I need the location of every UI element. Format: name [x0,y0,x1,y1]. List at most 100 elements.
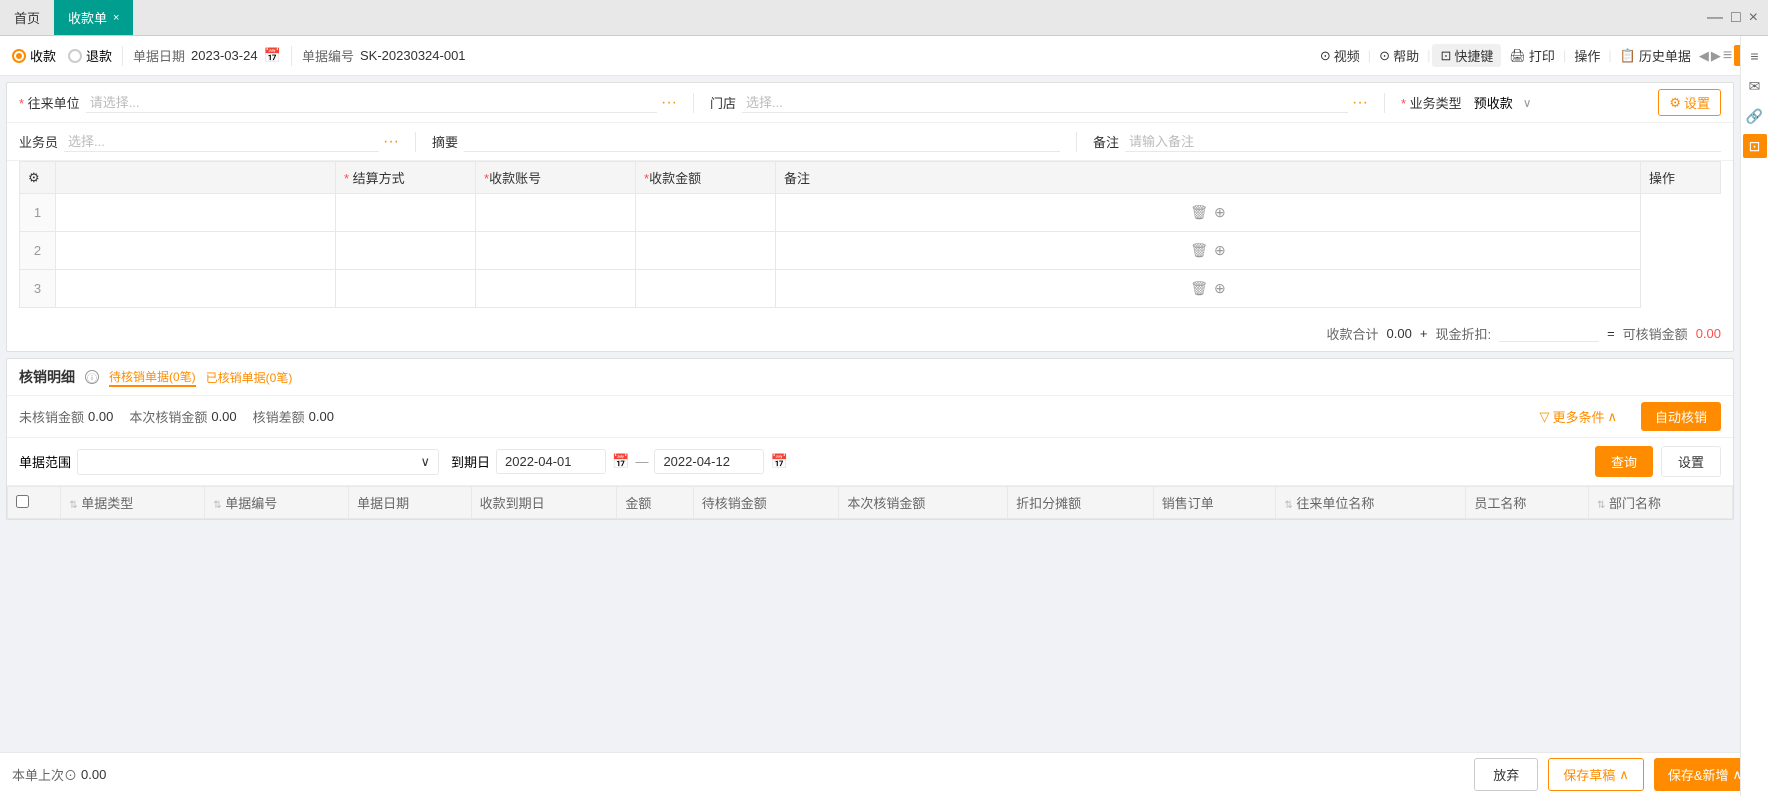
date-to-input[interactable] [654,449,764,474]
row-3-settlement[interactable] [56,270,336,308]
abandon-btn[interactable]: 放弃 [1474,758,1538,791]
wt-col-discount: 折扣分摊额 [1008,487,1154,519]
filter-buttons: 查询 设置 [1595,446,1721,477]
receipt-table-area: ⚙ 结算方式 *收款账号 *收款金额 备注 [7,161,1733,316]
save-draft-btn[interactable]: 保存草稿 ∧ [1548,758,1644,791]
row-1-settlement[interactable] [56,194,336,232]
row-3-note[interactable] [636,270,776,308]
row-3-delete-icon[interactable]: 🗑 [1190,280,1208,297]
store-input[interactable] [742,93,1348,113]
staff-input[interactable] [64,132,379,152]
store-more-btn[interactable]: ··· [1352,95,1368,111]
row-num-3: 3 [20,270,56,308]
date-value[interactable]: 2023-03-24 [191,48,258,63]
row-2-action: 🗑 ⊕ [776,232,1641,270]
window-close-btn[interactable]: × [1749,9,1758,27]
row-1-copy-icon[interactable]: ⊕ [1214,204,1226,221]
save-new-label: 保存&新增 [1668,765,1729,784]
tab-home[interactable]: 首页 [0,0,54,35]
auto-writeoff-btn[interactable]: 自动核销 [1641,402,1721,431]
staff-more-btn[interactable]: ··· [383,134,399,150]
row-3-account[interactable] [336,270,476,308]
window-minimize-btn[interactable]: — [1707,9,1723,27]
row-num-1: 1 [20,194,56,232]
writeoff-header: 核销明细 ⓘ 待核销单据(0笔) 已核销单据(0笔) [7,359,1733,396]
history-btn[interactable]: 📋 历史单据 [1614,44,1697,67]
help-btn[interactable]: ⊙ 帮助 [1373,44,1425,67]
biz-type-label: 业务类型 [1401,93,1462,112]
sidebar-icon-mail[interactable]: ✉ [1743,74,1767,98]
row-1-account[interactable] [336,194,476,232]
done-tab[interactable]: 已核销单据(0笔) [206,369,293,386]
remark-input[interactable] [1125,132,1721,152]
bottom-stat-label: 本单上次⊙ [12,765,77,784]
more-conditions-btn[interactable]: ▽ 更多条件 ∧ [1539,407,1617,426]
row-3-copy-icon[interactable]: ⊕ [1214,280,1226,297]
sidebar-icon-table[interactable]: ≡ [1743,44,1767,68]
unchecked-stat: 未核销金额 0.00 [19,407,113,426]
query-btn[interactable]: 查询 [1595,446,1653,477]
print-btn[interactable]: 🖨 打印 [1503,44,1561,67]
radio-receipt-circle [12,49,26,63]
row-2-copy-icon[interactable]: ⊕ [1214,242,1226,259]
video-icon: ⊙ [1320,48,1331,64]
row-3-amount[interactable] [476,270,636,308]
party-input[interactable] [86,93,657,113]
row-2-amount[interactable] [476,232,636,270]
table-row: 1 🗑 ⊕ [20,194,1721,232]
setting-btn[interactable]: ⚙ 设置 [1658,89,1721,116]
row-1-delete-icon[interactable]: 🗑 [1190,204,1208,221]
number-label: 单据编号 [302,46,354,65]
range-select[interactable]: ∨ [77,449,439,475]
row-1-note[interactable] [636,194,776,232]
filter-setting-btn[interactable]: 设置 [1661,446,1721,477]
calendar-icon[interactable]: 📅 [264,47,281,64]
view-list-btn[interactable]: ≡ [1723,47,1732,65]
writeoff-info-icon[interactable]: ⓘ [85,370,99,384]
row-1-action: 🗑 ⊕ [776,194,1641,232]
summary-input[interactable] [464,132,1060,152]
setting-icon: ⚙ [1669,95,1681,111]
operation-btn[interactable]: 操作 [1568,44,1606,67]
radio-receipt[interactable]: 收款 [12,46,56,65]
video-btn[interactable]: ⊙ 视频 [1314,44,1366,67]
nav-next-btn[interactable]: ▶ [1711,48,1721,64]
window-maximize-btn[interactable]: □ [1731,9,1741,27]
party-more-btn[interactable]: ··· [661,95,677,111]
writeoff-title: 核销明细 [19,367,75,387]
tab-receipt[interactable]: 收款单 × [54,0,133,35]
sidebar-icon-screen[interactable]: ⊡ [1743,134,1767,158]
party-field: 往来单位 ··· [19,93,677,113]
shortcut-btn[interactable]: ⊡ 快捷键 [1432,44,1501,67]
row-2-account[interactable] [336,232,476,270]
nav-prev-btn[interactable]: ◀ [1699,48,1709,64]
radio-refund-circle [68,49,82,63]
col-settlement-header: 结算方式 [336,162,476,194]
bottom-right-buttons: 放弃 保存草稿 ∧ 保存&新增 ∧ [1474,758,1756,791]
biz-type-chevron[interactable]: ∨ [1523,96,1532,110]
select-all-checkbox[interactable] [16,495,29,508]
row-1-amount[interactable] [476,194,636,232]
tab-receipt-close[interactable]: × [113,12,119,24]
form-row-2: 业务员 ··· 摘要 备注 [7,123,1733,161]
biz-type-value: 预收款 [1474,93,1513,112]
date-label: 到期日 [451,452,490,471]
row-2-settlement[interactable] [56,232,336,270]
cal-from-icon[interactable]: 📅 [612,453,629,470]
pending-tab[interactable]: 待核销单据(0笔) [109,368,196,387]
cal-to-icon[interactable]: 📅 [770,453,787,470]
wt-col-date: 单据日期 [349,487,472,519]
window-controls: — □ × [1707,9,1768,27]
row-2-note[interactable] [636,232,776,270]
store-label: 门店 [710,93,736,112]
row-2-delete-icon[interactable]: 🗑 [1190,242,1208,259]
radio-refund[interactable]: 退款 [68,46,112,65]
gear-icon[interactable]: ⚙ [28,170,40,185]
wt-col-checkbox [8,487,61,519]
discount-input[interactable] [1499,326,1599,342]
sidebar-icon-link[interactable]: 🔗 [1743,104,1767,128]
toolbar-right: ⊙ 视频 | ⊙ 帮助 | ⊡ 快捷键 🖨 打印 | 操作 | 📋 历史单据 ◀… [1314,44,1756,67]
date-from-input[interactable] [496,449,606,474]
col-amount-header: *收款金额 [636,162,776,194]
diff-stat: 核销差额 0.00 [253,407,334,426]
